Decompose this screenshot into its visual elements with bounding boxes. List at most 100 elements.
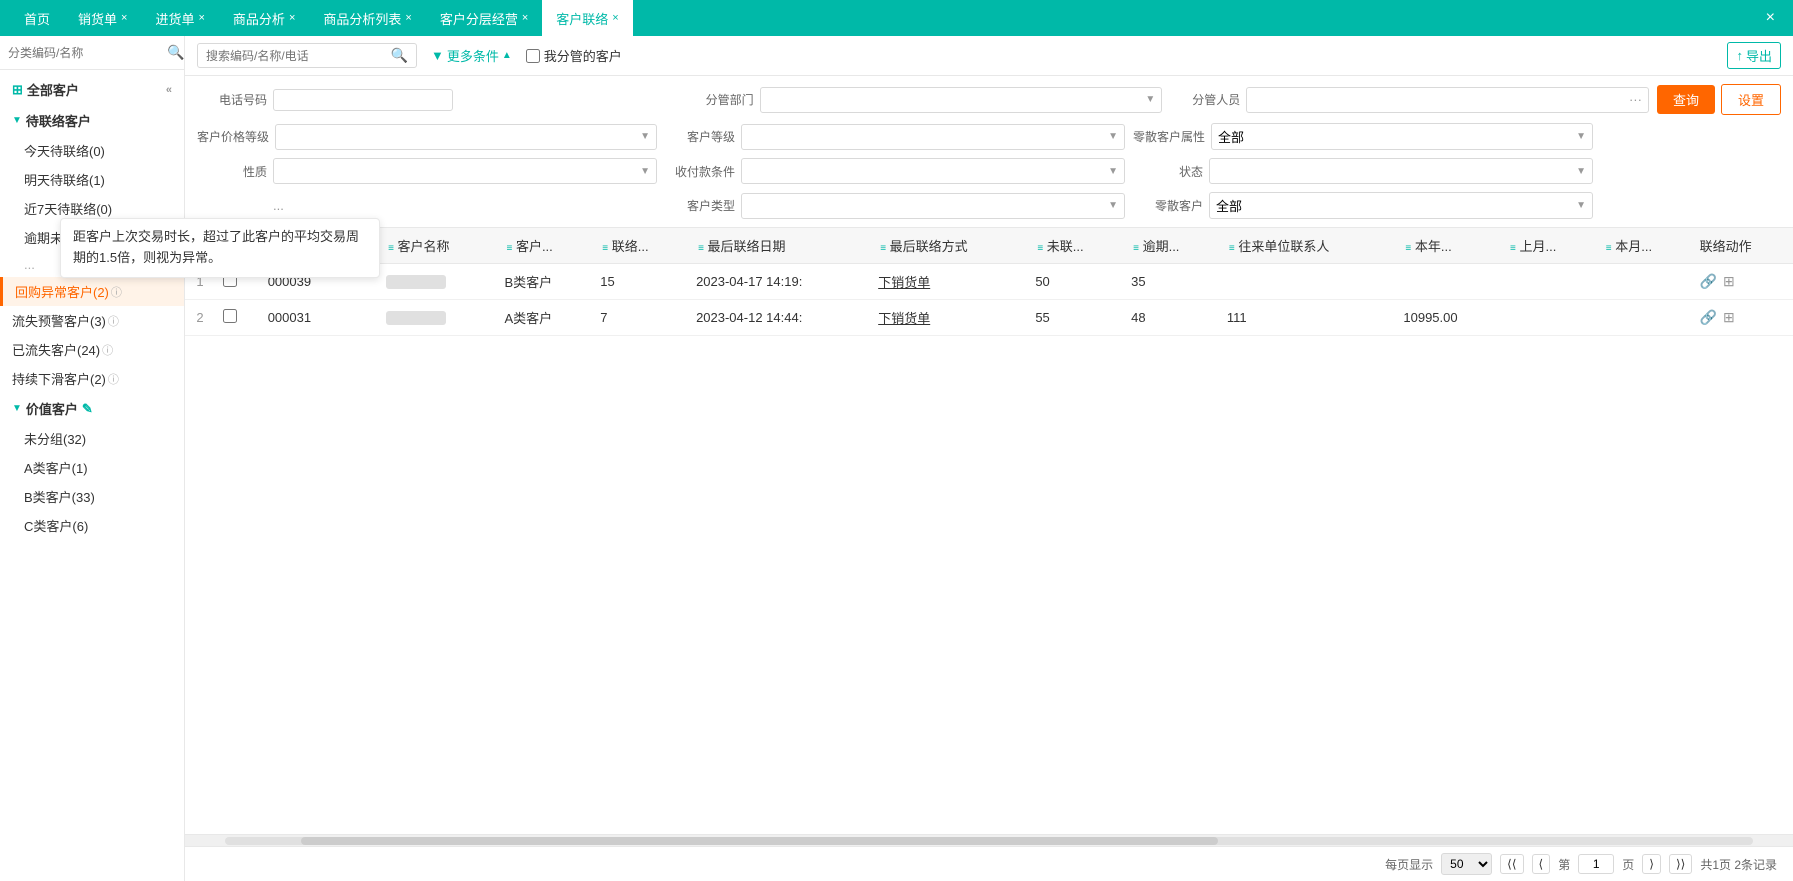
- action-grid-icon[interactable]: ⊞: [1723, 273, 1735, 290]
- query-btn[interactable]: 查询: [1657, 85, 1715, 114]
- nav-product-analysis[interactable]: 商品分析 ×: [219, 0, 309, 36]
- my-customers-checkbox[interactable]: [526, 49, 540, 63]
- col-last-date[interactable]: ≡ 最后联络日期: [688, 228, 870, 264]
- retail-attr-arrow: ▼: [1576, 131, 1586, 142]
- sidebar-item-b-class[interactable]: B类客户(33): [12, 482, 184, 511]
- sidebar-all-customers[interactable]: ⊞ 全部客户 «: [0, 74, 184, 105]
- sidebar-item-declining[interactable]: 持续下滑客户(2) ⓘ: [0, 364, 184, 393]
- search-input[interactable]: [206, 49, 387, 63]
- filter-row-1: 电话号码 分管部门 ▼ 分管人员 ···: [197, 84, 1781, 115]
- sidebar-value-header[interactable]: ▼ 价值客户 ✎: [0, 393, 184, 424]
- more-dots[interactable]: ...: [273, 198, 284, 213]
- nav-product-analysis-list[interactable]: 商品分析列表 ×: [309, 0, 425, 36]
- row-code: 000031: [260, 300, 378, 336]
- pag-first-btn[interactable]: ⟨⟨: [1500, 854, 1523, 874]
- sort-icon-unreached: ≡: [1037, 243, 1043, 254]
- status-select[interactable]: ▼: [1209, 158, 1593, 184]
- price-level-select[interactable]: ▼: [275, 124, 657, 150]
- info-icon-declining[interactable]: ⓘ: [108, 371, 119, 387]
- action-grid-icon[interactable]: ⊞: [1723, 309, 1735, 326]
- table-area: ⚙ ≡ 客户编码 ≡ 客户名称: [185, 228, 1793, 881]
- row-last-way[interactable]: 下销货单: [870, 264, 1027, 300]
- action-link-icon[interactable]: 🔗: [1700, 273, 1717, 290]
- col-unreached[interactable]: ≡ 未联...: [1027, 228, 1123, 264]
- table-scrollbar[interactable]: [185, 834, 1793, 846]
- pag-last-btn[interactable]: ⟩⟩: [1669, 854, 1692, 874]
- retail-attr-select[interactable]: 全部 ▼: [1211, 123, 1593, 150]
- sidebar-item-a-class[interactable]: A类客户(1): [12, 453, 184, 482]
- nav-home[interactable]: 首页: [10, 0, 64, 36]
- sort-icon-year: ≡: [1405, 243, 1411, 254]
- pag-prev-btn[interactable]: ⟨: [1532, 854, 1551, 874]
- sidebar-item-c-class[interactable]: C类客户(6): [12, 511, 184, 540]
- row-this-year: 10995.00: [1395, 300, 1500, 336]
- col-type[interactable]: ≡ 客户...: [496, 228, 592, 264]
- edit-icon[interactable]: ✎: [82, 401, 93, 417]
- col-contact[interactable]: ≡ 联络...: [592, 228, 688, 264]
- person-select[interactable]: ···: [1246, 87, 1649, 113]
- retail-customer-select[interactable]: 全部 ▼: [1209, 192, 1593, 219]
- filter-actions: 查询 设置: [1657, 84, 1781, 115]
- gender-select[interactable]: ▼: [273, 158, 657, 184]
- phone-input[interactable]: [273, 89, 453, 111]
- row-type: B类客户: [496, 264, 592, 300]
- col-this-year[interactable]: ≡ 本年...: [1395, 228, 1500, 264]
- page-input[interactable]: [1578, 854, 1614, 874]
- nav-customer-contact-close[interactable]: ×: [612, 12, 618, 24]
- nav-product-analysis-close[interactable]: ×: [289, 12, 295, 24]
- nav-purchase[interactable]: 进货单 ×: [141, 0, 218, 36]
- action-link-icon[interactable]: 🔗: [1700, 309, 1717, 326]
- sidebar-item-ungroup[interactable]: 未分组(32): [12, 424, 184, 453]
- nav-sales[interactable]: 销货单 ×: [64, 0, 141, 36]
- col-name[interactable]: ≡ 客户名称: [378, 228, 496, 264]
- my-customers-check[interactable]: 我分管的客户: [526, 46, 622, 65]
- customer-type-select[interactable]: ▼: [741, 193, 1125, 219]
- row-name: [378, 264, 496, 300]
- data-table: ⚙ ≡ 客户编码 ≡ 客户名称: [185, 228, 1793, 336]
- sidebar-pending-header[interactable]: ▼ 待联络客户: [0, 105, 184, 136]
- export-btn[interactable]: ↑ 导出: [1727, 42, 1781, 69]
- pag-next-btn[interactable]: ⟩: [1642, 854, 1661, 874]
- table-wrapper[interactable]: ⚙ ≡ 客户编码 ≡ 客户名称: [185, 228, 1793, 834]
- filter-price-level: 客户价格等级 ▼: [197, 124, 657, 150]
- nav-sales-close[interactable]: ×: [121, 12, 127, 24]
- col-last-month[interactable]: ≡ 上月...: [1500, 228, 1596, 264]
- col-unit-contact[interactable]: ≡ 往来单位联系人: [1219, 228, 1395, 264]
- more-conditions-btn[interactable]: ▼ 更多条件 ▲: [425, 43, 518, 68]
- sidebar-item-lost-warning[interactable]: 流失预警客户(3) ⓘ: [0, 306, 184, 335]
- nav-purchase-close[interactable]: ×: [198, 12, 204, 24]
- setting-btn[interactable]: 设置: [1721, 84, 1781, 115]
- nav-customer-tier[interactable]: 客户分层经营 ×: [426, 0, 542, 36]
- row-checkbox[interactable]: [215, 300, 260, 336]
- row-last-month: [1500, 300, 1596, 336]
- col-last-way[interactable]: ≡ 最后联络方式: [870, 228, 1027, 264]
- info-icon-churned[interactable]: ⓘ: [102, 342, 113, 358]
- col-overdue[interactable]: ≡ 逾期...: [1123, 228, 1219, 264]
- dept-select[interactable]: ▼: [760, 87, 1163, 113]
- sidebar-search-input[interactable]: [8, 46, 163, 60]
- info-icon-lost[interactable]: ⓘ: [108, 313, 119, 329]
- per-page-select[interactable]: 50 100: [1441, 853, 1492, 875]
- sidebar-item-churned[interactable]: 已流失客户(24) ⓘ: [0, 335, 184, 364]
- sidebar-item-tomorrow[interactable]: 明天待联络(1): [12, 165, 184, 194]
- customer-level-select[interactable]: ▼: [741, 124, 1125, 150]
- nav-customer-contact[interactable]: 客户联络 ×: [542, 0, 632, 36]
- status-arrow: ▼: [1576, 166, 1586, 177]
- nav-product-analysis-list-close[interactable]: ×: [405, 12, 411, 24]
- filter-right: ↑ 导出: [1727, 42, 1781, 69]
- info-icon[interactable]: ⓘ: [111, 284, 122, 300]
- nav-customer-tier-close[interactable]: ×: [522, 12, 528, 24]
- sidebar-search-area: 🔍: [0, 36, 184, 70]
- row-contact: 15: [592, 264, 688, 300]
- sort-icon-name: ≡: [388, 243, 394, 254]
- row-last-way[interactable]: 下销货单: [870, 300, 1027, 336]
- sort-icon-contact: ≡: [602, 243, 608, 254]
- close-all-tabs[interactable]: ×: [1758, 9, 1783, 27]
- col-this-month[interactable]: ≡ 本月...: [1596, 228, 1692, 264]
- sidebar-search-icon[interactable]: 🔍: [167, 44, 184, 61]
- sidebar-item-today[interactable]: 今天待联络(0): [12, 136, 184, 165]
- payment-select[interactable]: ▼: [741, 158, 1125, 184]
- filter-row-2: 客户价格等级 ▼ 客户等级 ▼ 零散客户属性 全部: [197, 123, 1781, 150]
- sidebar-item-repurchase[interactable]: 回购异常客户(2) ⓘ: [0, 277, 184, 306]
- filter-search-icon[interactable]: 🔍: [391, 47, 408, 64]
